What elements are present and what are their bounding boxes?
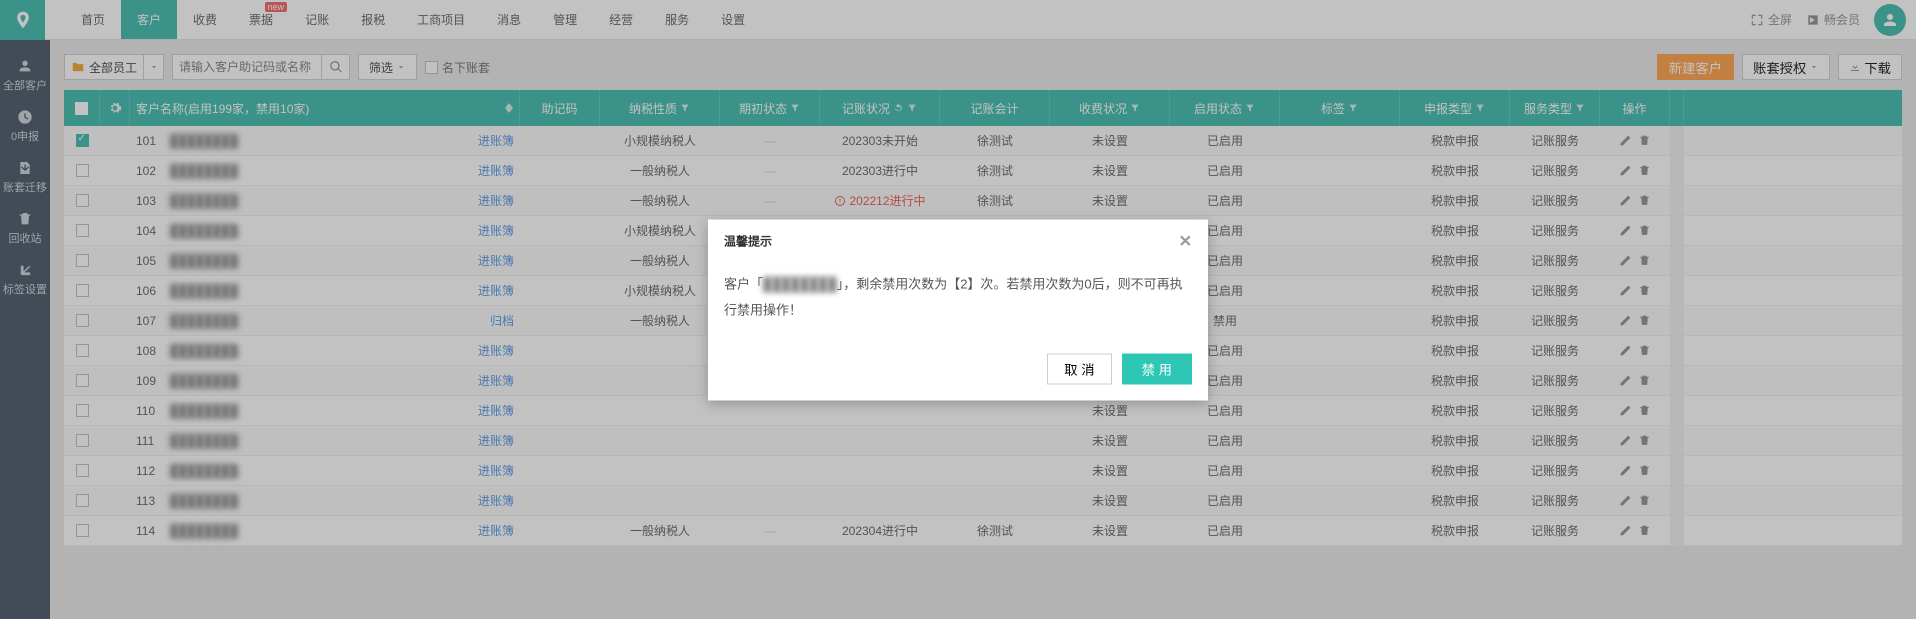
cancel-button[interactable]: 取 消 <box>1047 353 1111 384</box>
confirm-disable-button[interactable]: 禁 用 <box>1122 353 1192 384</box>
close-icon[interactable]: ✕ <box>1179 231 1192 251</box>
modal-body: 客户「████████」，剩余禁用次数为【2】次。若禁用次数为0后，则不可再执行… <box>708 263 1208 343</box>
modal-title: 温馨提示 <box>724 233 772 250</box>
warning-modal: 温馨提示 ✕ 客户「████████」，剩余禁用次数为【2】次。若禁用次数为0后… <box>708 219 1208 400</box>
